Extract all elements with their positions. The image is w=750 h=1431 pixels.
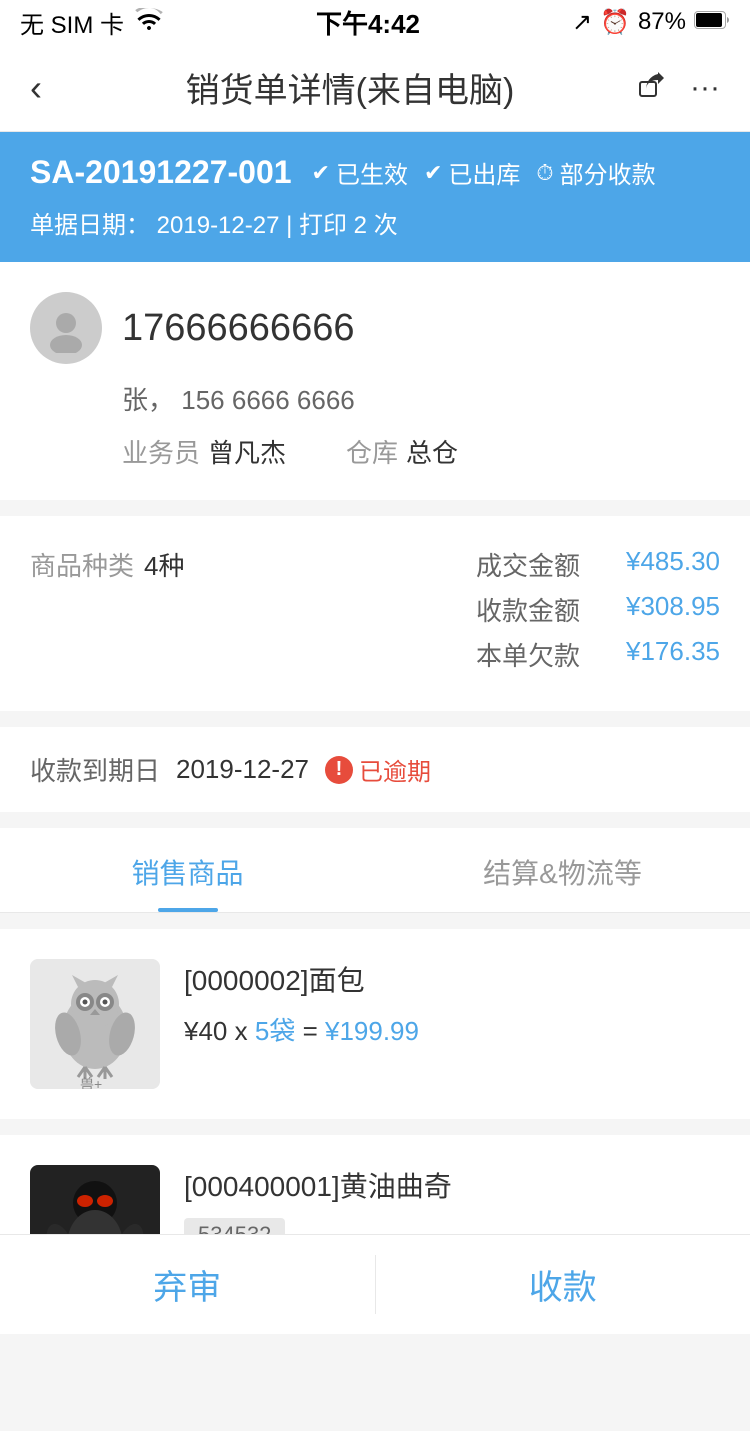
battery-icon <box>694 8 730 36</box>
customer-info: 张， 156 6666 6666 <box>30 380 720 417</box>
sales-person-value: 曾凡杰 <box>208 433 286 470</box>
debt-amount-label: 本单欠款 <box>476 636 580 673</box>
bottom-bar: 弃审 收款 <box>0 1234 750 1334</box>
svg-text:兽+: 兽+ <box>80 1076 102 1089</box>
more-button[interactable]: ··· <box>690 71 720 105</box>
summary-left: 商品种类 4种 <box>30 546 184 583</box>
received-amount-label: 收款金额 <box>476 591 580 628</box>
order-id: SA-20191227-001 <box>30 154 292 191</box>
order-header: SA-20191227-001 ✔ 已生效 ✔ 已出库 ⏱ 部分收款 单据日期：… <box>0 132 750 262</box>
product-total-1: ¥199.99 <box>325 1016 419 1046</box>
product-thumb-1: 兽+ <box>30 959 160 1089</box>
due-section: 收款到期日 2019-12-27 ! 已逾期 <box>0 727 750 812</box>
share-button[interactable] <box>638 70 666 106</box>
product-types-count: 4种 <box>144 546 184 583</box>
product-quantity-1: 5袋 <box>255 1016 295 1046</box>
deal-amount-row: 成交金额 ¥485.30 <box>476 546 720 583</box>
badge-label-effective: 已生效 <box>336 155 408 190</box>
tabs-section: 销售商品 结算&物流等 <box>0 828 750 913</box>
avatar <box>30 292 102 364</box>
customer-contact-phone: 156 6666 6666 <box>181 385 355 415</box>
customer-section: 17666666666 张， 156 6666 6666 业务员 曾凡杰 仓库 … <box>0 262 750 500</box>
badge-label-shipped: 已出库 <box>448 155 520 190</box>
product-types: 商品种类 4种 <box>30 546 184 583</box>
confirm-button[interactable]: 收款 <box>376 1235 750 1334</box>
confirm-button-label: 收款 <box>529 1260 597 1309</box>
product-quantity-x-1: x <box>235 1016 255 1046</box>
order-date-value: 2019-12-27 <box>157 212 280 239</box>
page-title: 销货单详情(来自电脑) <box>62 63 638 112</box>
product-price-1: ¥40 x 5袋 = ¥199.99 <box>184 1011 720 1048</box>
tabs-row: 销售商品 结算&物流等 <box>0 828 750 912</box>
tab-products-label: 销售商品 <box>131 858 243 889</box>
status-badge-partial: ⏱ 部分收款 <box>536 155 655 190</box>
received-amount-row: 收款金额 ¥308.95 <box>476 591 720 628</box>
overdue-label: 已逾期 <box>359 752 431 787</box>
order-print-info: | 打印 2 次 <box>286 212 398 239</box>
back-button[interactable]: ‹ <box>30 57 62 119</box>
carrier-text: 无 SIM 卡 <box>20 5 124 40</box>
debt-amount-row: 本单欠款 ¥176.35 <box>476 636 720 673</box>
product-info-1: [0000002]面包 ¥40 x 5袋 = ¥199.99 <box>184 959 720 1048</box>
product-name-1: [0000002]面包 <box>184 959 720 999</box>
customer-phone: 17666666666 <box>122 307 354 350</box>
overdue-badge: ! 已逾期 <box>325 752 431 787</box>
product-equals-1: = <box>303 1016 325 1046</box>
clock-icon-partial: ⏱ <box>536 160 553 186</box>
customer-top: 17666666666 <box>30 292 720 364</box>
status-badges: ✔ 已生效 ✔ 已出库 ⏱ 部分收款 <box>312 155 656 190</box>
status-right: ↗ ⏰ 87% <box>572 8 730 37</box>
overdue-icon: ! <box>325 756 353 784</box>
deal-amount-value: ¥485.30 <box>600 546 720 583</box>
deal-amount-label: 成交金额 <box>476 546 580 583</box>
cancel-button-label: 弃审 <box>153 1260 221 1309</box>
wifi-icon <box>134 8 164 37</box>
order-date-label: 单据日期： <box>30 212 150 239</box>
debt-amount-value: ¥176.35 <box>600 636 720 673</box>
due-date-label: 收款到期日 <box>30 751 160 788</box>
product-types-label: 商品种类 <box>30 546 134 583</box>
received-amount-value: ¥308.95 <box>600 591 720 628</box>
status-badge-shipped: ✔ 已出库 <box>424 155 520 190</box>
order-date-row: 单据日期： 2019-12-27 | 打印 2 次 <box>30 205 720 240</box>
due-date-value: 2019-12-27 <box>176 754 309 785</box>
order-header-top: SA-20191227-001 ✔ 已生效 ✔ 已出库 ⏱ 部分收款 <box>30 154 720 191</box>
status-badge-effective: ✔ 已生效 <box>312 155 408 190</box>
summary-right: 成交金额 ¥485.30 收款金额 ¥308.95 本单欠款 ¥176.35 <box>476 546 720 681</box>
location-icon: ↗ <box>572 8 592 37</box>
tab-settlement[interactable]: 结算&物流等 <box>375 828 750 912</box>
tab-products[interactable]: 销售商品 <box>0 828 375 912</box>
battery-text: 87% <box>638 8 686 36</box>
status-left: 无 SIM 卡 <box>20 5 164 40</box>
product-name-2: [000400001]黄油曲奇 <box>184 1165 720 1205</box>
check-icon-effective: ✔ <box>312 160 330 186</box>
customer-meta: 业务员 曾凡杰 仓库 总仓 <box>30 433 720 470</box>
sales-person-item: 业务员 曾凡杰 <box>122 433 286 470</box>
tab-settlement-label: 结算&物流等 <box>483 858 642 889</box>
check-icon-shipped: ✔ <box>424 160 442 186</box>
warehouse-label: 仓库 <box>346 433 398 470</box>
status-time: 下午4:42 <box>316 4 420 41</box>
alarm-icon: ⏰ <box>600 8 630 37</box>
cancel-button[interactable]: 弃审 <box>0 1235 375 1334</box>
sales-person-label: 业务员 <box>122 433 200 470</box>
warehouse-value: 总仓 <box>406 433 458 470</box>
product-price-value-1: ¥40 <box>184 1016 227 1046</box>
customer-name-text: 张 <box>122 385 148 415</box>
nav-actions: ··· <box>638 70 720 106</box>
nav-bar: ‹ 销货单详情(来自电脑) ··· <box>0 44 750 132</box>
status-bar: 无 SIM 卡 下午4:42 ↗ ⏰ 87% <box>0 0 750 44</box>
badge-label-partial: 部分收款 <box>560 155 656 190</box>
summary-section: 商品种类 4种 成交金额 ¥485.30 收款金额 ¥308.95 本单欠款 ¥… <box>0 516 750 711</box>
warehouse-item: 仓库 总仓 <box>346 433 458 470</box>
product-item-1: 兽+ [0000002]面包 ¥40 x 5袋 = ¥199.99 <box>0 929 750 1119</box>
